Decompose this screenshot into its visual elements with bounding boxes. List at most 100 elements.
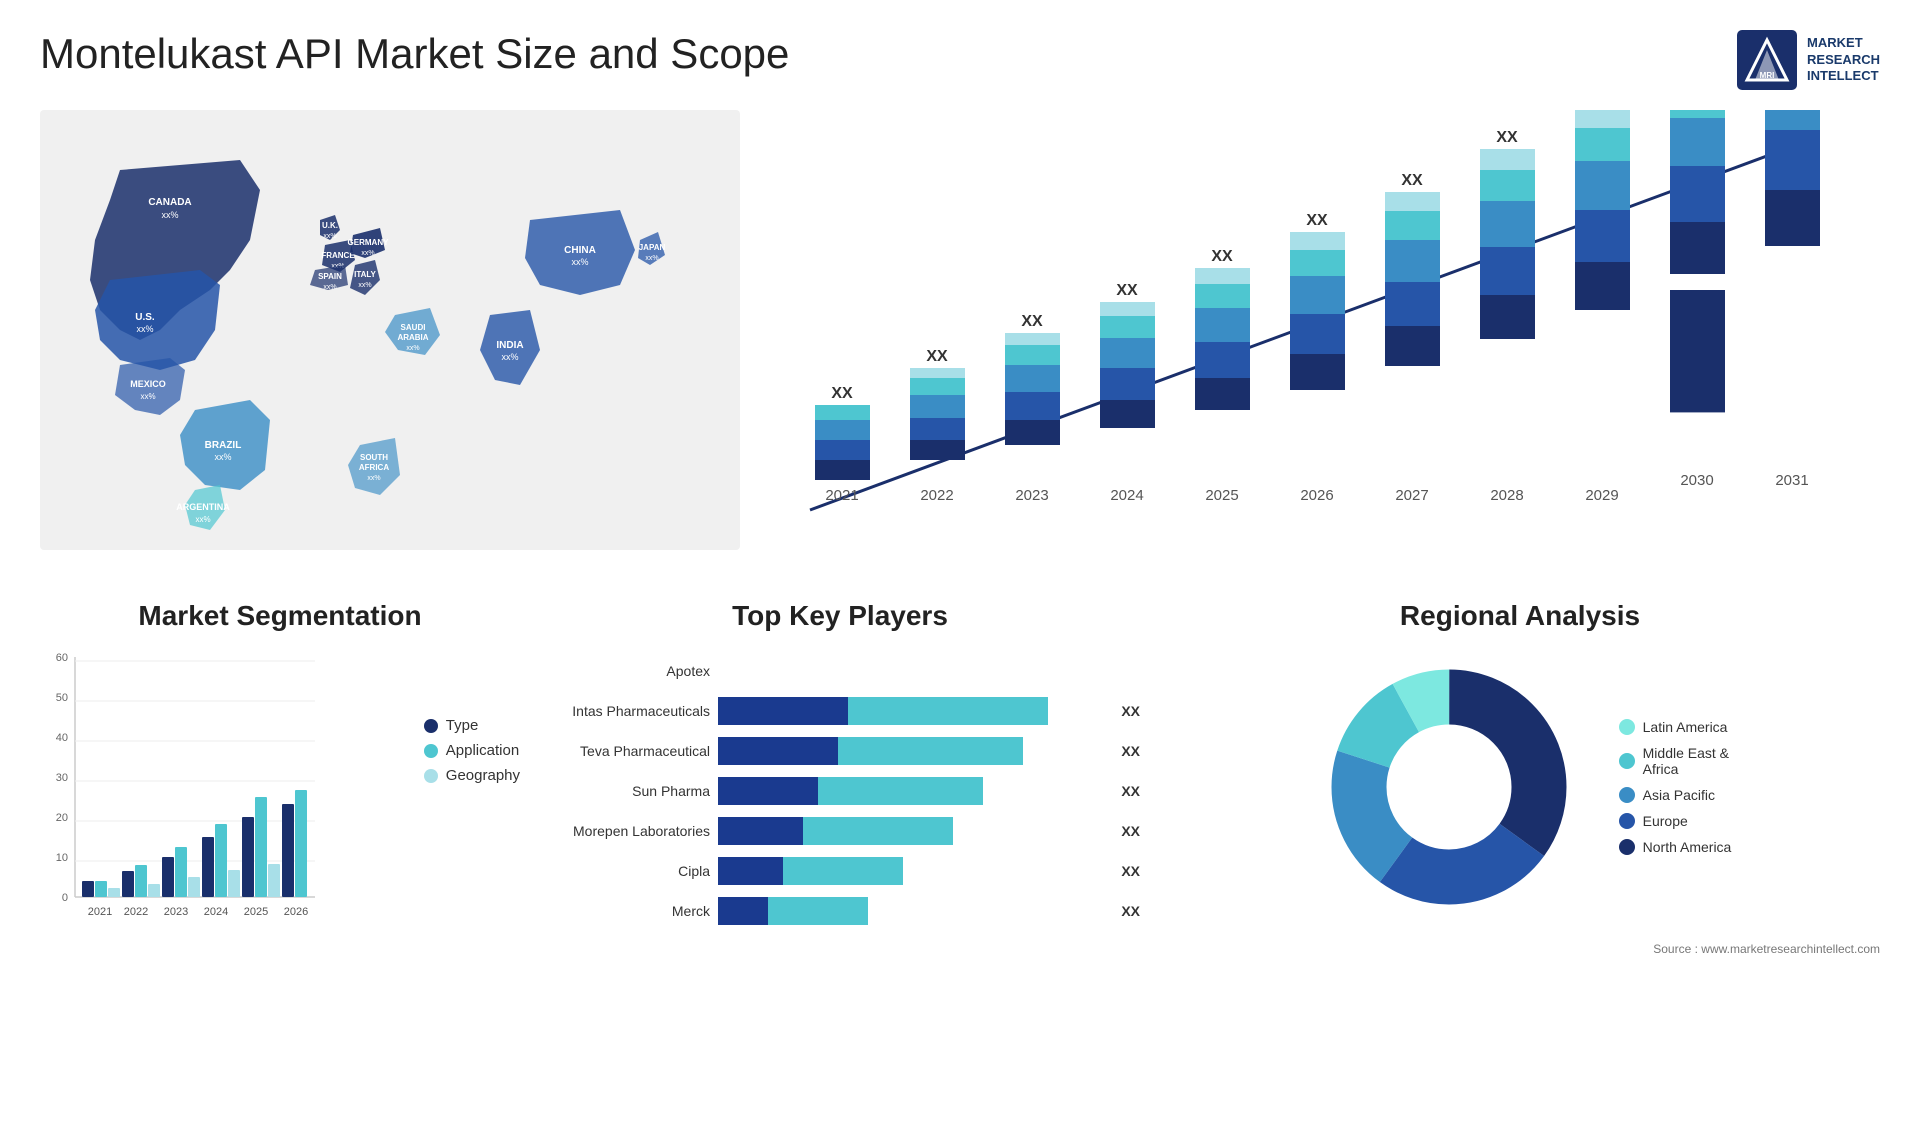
svg-text:SAUDI: SAUDI bbox=[401, 323, 426, 332]
svg-text:2024: 2024 bbox=[204, 906, 228, 918]
geography-dot bbox=[424, 769, 438, 783]
player-bar-seg1-intas bbox=[718, 697, 848, 725]
player-bar-seg1-morepen bbox=[718, 817, 803, 845]
svg-text:xx%: xx% bbox=[161, 210, 178, 220]
key-players-title: Top Key Players bbox=[540, 600, 1140, 632]
player-bar-seg2-teva bbox=[838, 737, 1023, 765]
legend-latin-america: Latin America bbox=[1619, 719, 1732, 735]
player-name-apotex: Apotex bbox=[540, 663, 710, 679]
svg-text:0: 0 bbox=[62, 892, 68, 904]
regional-legend: Latin America Middle East &Africa Asia P… bbox=[1619, 719, 1732, 855]
svg-text:2027: 2027 bbox=[1395, 487, 1428, 504]
player-row-intas: Intas Pharmaceuticals XX bbox=[540, 697, 1140, 725]
svg-text:2021: 2021 bbox=[88, 906, 112, 918]
svg-text:20: 20 bbox=[56, 812, 68, 824]
donut-container: Latin America Middle East &Africa Asia P… bbox=[1160, 647, 1880, 927]
top-section: CANADA xx% U.S. xx% MEXICO xx% BRAZIL xx… bbox=[40, 110, 1880, 570]
label-asia-pacific: Asia Pacific bbox=[1643, 787, 1715, 803]
svg-text:xx%: xx% bbox=[571, 257, 588, 267]
bar-chart-container: XX 2021 XX 2022 XX 2023 bbox=[740, 110, 1880, 570]
player-bar-cipla bbox=[718, 857, 1107, 885]
svg-text:U.S.: U.S. bbox=[135, 312, 155, 323]
legend-geography-label: Geography bbox=[446, 767, 520, 784]
legend-north-america: North America bbox=[1619, 839, 1732, 855]
player-bar-seg1-sun bbox=[718, 777, 818, 805]
players-chart: Apotex Intas Pharmaceuticals XX Teva Pha… bbox=[540, 647, 1140, 947]
svg-text:AFRICA: AFRICA bbox=[359, 463, 389, 472]
svg-text:INDIA: INDIA bbox=[496, 340, 523, 351]
svg-text:xx%: xx% bbox=[406, 345, 419, 352]
player-name-merck: Merck bbox=[540, 903, 710, 919]
legend-geography: Geography bbox=[424, 767, 520, 784]
logo-text: MARKET RESEARCH INTELLECT bbox=[1807, 35, 1880, 86]
source-text: Source : www.marketresearchintellect.com bbox=[1160, 942, 1880, 956]
segmentation-legend: Type Application Geography bbox=[424, 657, 520, 784]
svg-text:10: 10 bbox=[56, 852, 68, 864]
player-name-intas: Intas Pharmaceuticals bbox=[540, 703, 710, 719]
svg-text:SOUTH: SOUTH bbox=[360, 453, 388, 462]
player-name-teva: Teva Pharmaceutical bbox=[540, 743, 710, 759]
page: Montelukast API Market Size and Scope MR… bbox=[0, 0, 1920, 1146]
logo-icon: MRI bbox=[1737, 30, 1797, 90]
player-val-teva: XX bbox=[1121, 743, 1140, 759]
label-north-america: North America bbox=[1643, 839, 1732, 855]
header: Montelukast API Market Size and Scope MR… bbox=[40, 30, 1880, 90]
svg-text:XX: XX bbox=[1211, 248, 1233, 265]
svg-text:2028: 2028 bbox=[1490, 487, 1523, 504]
player-row-cipla: Cipla XX bbox=[540, 857, 1140, 885]
svg-text:ARABIA: ARABIA bbox=[397, 333, 428, 342]
dot-europe bbox=[1619, 813, 1635, 829]
player-bar-intas bbox=[718, 697, 1107, 725]
player-bar-seg1-teva bbox=[718, 737, 838, 765]
label-middle-east: Middle East &Africa bbox=[1643, 745, 1729, 777]
svg-text:xx%: xx% bbox=[140, 392, 155, 401]
svg-text:2022: 2022 bbox=[920, 487, 953, 504]
segmentation-title: Market Segmentation bbox=[40, 600, 520, 632]
svg-text:CANADA: CANADA bbox=[148, 197, 191, 208]
player-bar-seg2-cipla bbox=[783, 857, 903, 885]
svg-text:JAPAN: JAPAN bbox=[639, 243, 666, 252]
player-val-cipla: XX bbox=[1121, 863, 1140, 879]
player-name-sun: Sun Pharma bbox=[540, 783, 710, 799]
player-name-cipla: Cipla bbox=[540, 863, 710, 879]
page-title: Montelukast API Market Size and Scope bbox=[40, 30, 789, 78]
player-bar-seg1-cipla bbox=[718, 857, 783, 885]
svg-text:2025: 2025 bbox=[244, 906, 268, 918]
svg-text:2029: 2029 bbox=[1585, 487, 1618, 504]
player-bar-seg2-merck bbox=[768, 897, 868, 925]
svg-text:2023: 2023 bbox=[1015, 487, 1048, 504]
svg-text:xx%: xx% bbox=[358, 282, 371, 289]
player-val-morepen: XX bbox=[1121, 823, 1140, 839]
player-bar-seg2-intas bbox=[848, 697, 1048, 725]
svg-text:40: 40 bbox=[56, 732, 68, 744]
svg-text:2026: 2026 bbox=[1300, 487, 1333, 504]
svg-text:xx%: xx% bbox=[195, 515, 210, 524]
player-bar-sun bbox=[718, 777, 1107, 805]
label-latin-america: Latin America bbox=[1643, 719, 1728, 735]
svg-text:2031: 2031 bbox=[1775, 472, 1808, 489]
legend-europe: Europe bbox=[1619, 813, 1732, 829]
svg-text:xx%: xx% bbox=[645, 255, 658, 262]
svg-text:BRAZIL: BRAZIL bbox=[205, 440, 242, 451]
svg-text:XX: XX bbox=[1401, 172, 1423, 189]
regional-title: Regional Analysis bbox=[1160, 600, 1880, 632]
player-val-intas: XX bbox=[1121, 703, 1140, 719]
svg-text:30: 30 bbox=[56, 772, 68, 784]
dot-middle-east bbox=[1619, 753, 1635, 769]
logo: MRI MARKET RESEARCH INTELLECT bbox=[1737, 30, 1880, 90]
svg-text:U.K.: U.K. bbox=[322, 221, 338, 230]
application-dot bbox=[424, 744, 438, 758]
svg-text:xx%: xx% bbox=[501, 352, 518, 362]
bar-chart-svg: XX 2021 XX 2022 XX 2023 bbox=[740, 110, 1880, 550]
svg-text:2022: 2022 bbox=[124, 906, 148, 918]
player-bar-seg2-morepen bbox=[803, 817, 953, 845]
svg-text:xx%: xx% bbox=[136, 324, 153, 334]
player-bar-teva bbox=[718, 737, 1107, 765]
player-name-morepen: Morepen Laboratories bbox=[540, 823, 710, 839]
regional-section: Regional Analysis bbox=[1160, 600, 1880, 956]
player-bar-apotex bbox=[718, 657, 1140, 685]
svg-text:2023: 2023 bbox=[164, 906, 188, 918]
svg-text:2021: 2021 bbox=[825, 487, 858, 504]
legend-application: Application bbox=[424, 742, 520, 759]
key-players-section: Top Key Players Apotex Intas Pharmaceuti… bbox=[540, 600, 1140, 956]
